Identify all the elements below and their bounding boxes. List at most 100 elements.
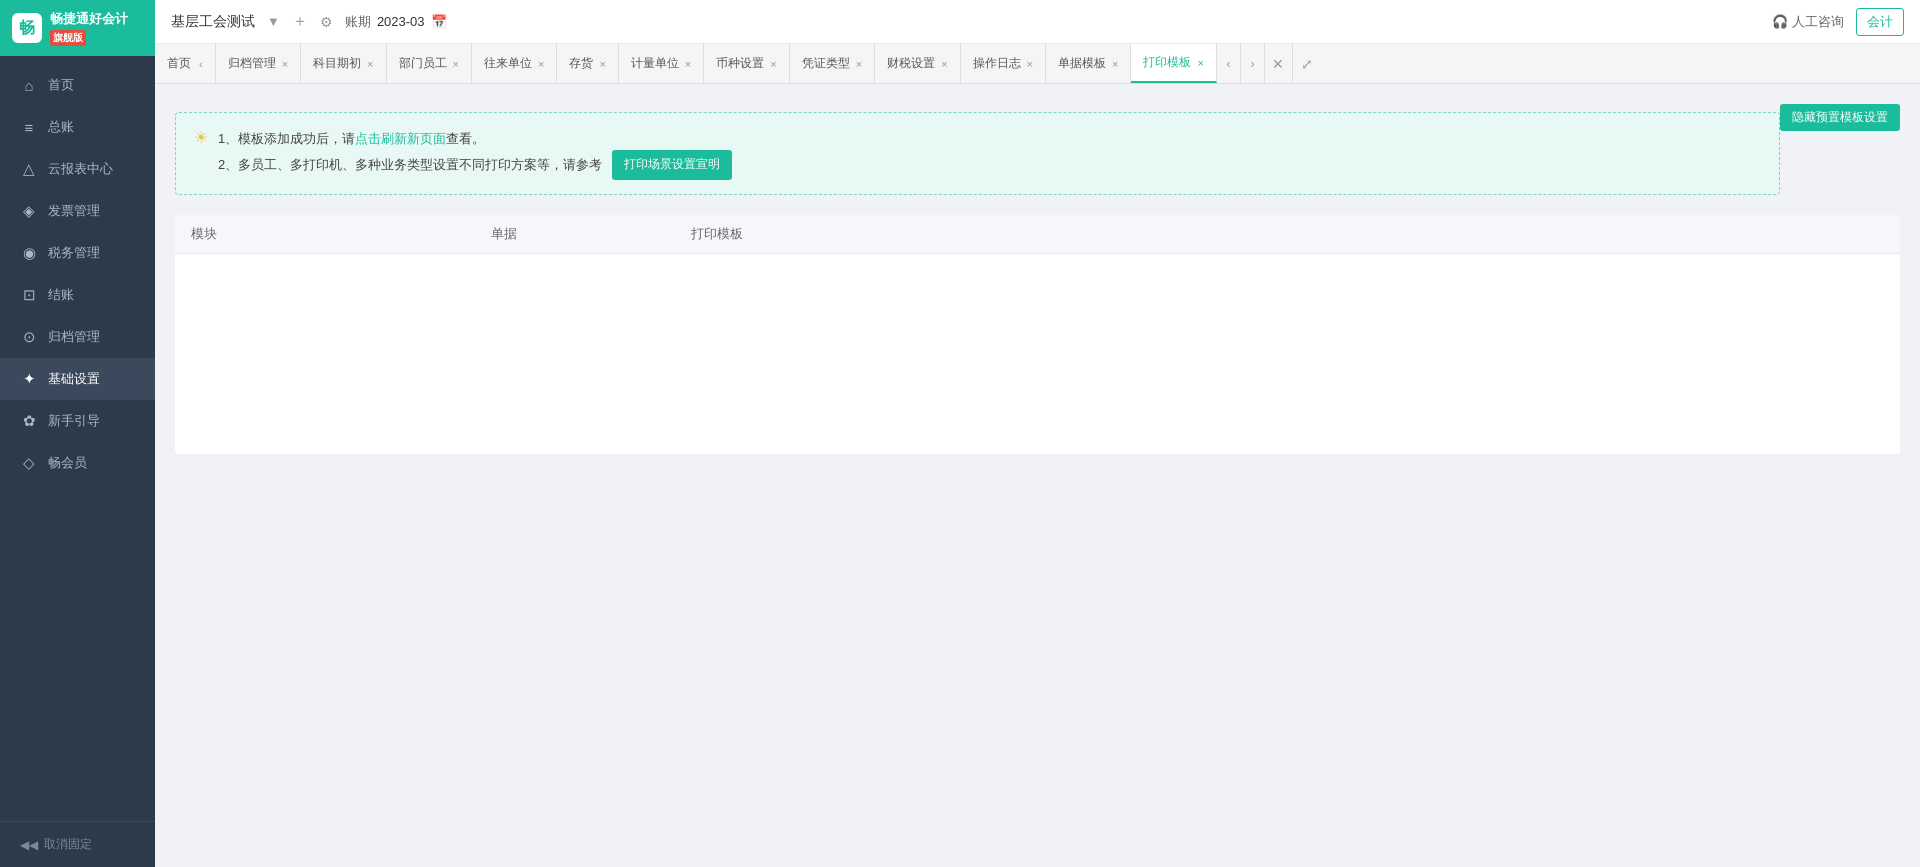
tab-home[interactable]: 首页 ‹ bbox=[155, 44, 216, 83]
tab-dept[interactable]: 部门员工 × bbox=[387, 44, 472, 83]
bulb-icon: ☀ bbox=[194, 128, 208, 147]
tab-label: 凭证类型 bbox=[802, 55, 850, 72]
sidebar-item-label: 归档管理 bbox=[48, 328, 100, 346]
tab-single-template[interactable]: 单据模板 × bbox=[1046, 44, 1131, 83]
sidebar-item-member[interactable]: ◇ 畅会员 bbox=[0, 442, 155, 484]
notice-line1-prefix: 1、模板添加成功后，请 bbox=[218, 131, 355, 146]
page-content: 隐藏预置模板设置 ☀ 1、模板添加成功后，请点击刷新新页面查看。 2、多员工、多… bbox=[155, 84, 1920, 867]
sidebar-item-guide[interactable]: ✿ 新手引导 bbox=[0, 400, 155, 442]
tab-currency[interactable]: 币种设置 × bbox=[704, 44, 789, 83]
tab-label: 操作日志 bbox=[973, 55, 1021, 72]
calendar-icon[interactable]: 📅 bbox=[431, 14, 447, 29]
sidebar-item-checkout[interactable]: ⊡ 结账 bbox=[0, 274, 155, 316]
main-area: 基层工会测试 ▼ ＋ ⚙ 账期 2023-03 📅 🎧 人工咨询 会计 首页 ‹… bbox=[155, 0, 1920, 867]
tab-close-icon[interactable]: × bbox=[538, 58, 544, 70]
tab-close-icon[interactable]: × bbox=[856, 58, 862, 70]
sidebar-item-label: 基础设置 bbox=[48, 370, 100, 388]
logo-icon: 畅 bbox=[12, 13, 42, 43]
notice-line2: 2、多员工、多打印机、多种业务类型设置不同打印方案等，请参考 打印场景设置宣明 bbox=[218, 150, 732, 180]
sidebar-nav: ⌂ 首页 ≡ 总账 △ 云报表中心 ◈ 发票管理 ◉ 税务管理 ⊡ 结账 ⊙ 归… bbox=[0, 56, 155, 821]
kuaiji-button[interactable]: 会计 bbox=[1856, 8, 1904, 36]
checkout-icon: ⊡ bbox=[20, 286, 38, 304]
tab-prev-btn[interactable]: ‹ bbox=[1217, 44, 1241, 83]
hide-preset-label: 隐藏预置模板设置 bbox=[1792, 109, 1888, 126]
sidebar-item-label: 新手引导 bbox=[48, 412, 100, 430]
sidebar-item-label: 首页 bbox=[48, 76, 74, 94]
table-header: 模块 单据 打印模板 bbox=[175, 215, 1900, 254]
logo-title: 畅捷通好会计 bbox=[50, 10, 128, 28]
notice-text: 1、模板添加成功后，请点击刷新新页面查看。 2、多员工、多打印机、多种业务类型设… bbox=[218, 127, 732, 180]
tab-expand-btn[interactable]: ⤢ bbox=[1293, 44, 1321, 83]
unpin-footer[interactable]: ◀◀ 取消固定 bbox=[0, 821, 155, 867]
tab-inventory[interactable]: 存货 × bbox=[557, 44, 618, 83]
tab-label: 打印模板 bbox=[1143, 54, 1191, 71]
tab-close-icon[interactable]: × bbox=[685, 58, 691, 70]
tab-nav-arrow[interactable]: ‹ bbox=[199, 58, 203, 70]
add-tab-icon[interactable]: ＋ bbox=[292, 11, 308, 32]
ledger-icon: ≡ bbox=[20, 119, 38, 136]
sidebar-item-label: 税务管理 bbox=[48, 244, 100, 262]
tab-close-icon[interactable]: × bbox=[770, 58, 776, 70]
sidebar-item-settings[interactable]: ✦ 基础设置 bbox=[0, 358, 155, 400]
unpin-icon: ◀◀ bbox=[20, 838, 38, 852]
tax-icon: ◉ bbox=[20, 244, 38, 262]
notice-link[interactable]: 点击刷新新页面 bbox=[355, 131, 446, 146]
reports-icon: △ bbox=[20, 160, 38, 178]
tab-unit[interactable]: 计量单位 × bbox=[619, 44, 704, 83]
period-display: 账期 2023-03 📅 bbox=[345, 13, 447, 31]
table-body bbox=[175, 254, 1900, 454]
company-dropdown-icon[interactable]: ▼ bbox=[267, 14, 280, 29]
tab-label: 单据模板 bbox=[1058, 55, 1106, 72]
period-label: 账期 bbox=[345, 13, 371, 31]
notice-line2-prefix: 2、多员工、多打印机、多种业务类型设置不同打印方案等，请参考 bbox=[218, 153, 602, 176]
tab-voucher[interactable]: 凭证类型 × bbox=[790, 44, 875, 83]
tab-label: 币种设置 bbox=[716, 55, 764, 72]
tab-label: 财税设置 bbox=[887, 55, 935, 72]
tab-close-icon[interactable]: × bbox=[1112, 58, 1118, 70]
tab-oplog[interactable]: 操作日志 × bbox=[961, 44, 1046, 83]
tab-close-all-btn[interactable]: ✕ bbox=[1265, 44, 1293, 83]
unpin-label: 取消固定 bbox=[44, 836, 92, 853]
hide-preset-btn[interactable]: 隐藏预置模板设置 bbox=[1780, 104, 1900, 131]
logo-badge: 旗舰版 bbox=[50, 30, 86, 46]
support-label: 人工咨询 bbox=[1792, 13, 1844, 31]
tab-label: 存货 bbox=[569, 55, 593, 72]
tab-label: 归档管理 bbox=[228, 55, 276, 72]
tab-label: 首页 bbox=[167, 55, 191, 72]
print-template-table: 模块 单据 打印模板 bbox=[175, 215, 1900, 454]
support-button[interactable]: 🎧 人工咨询 bbox=[1772, 13, 1844, 31]
sidebar-item-invoice[interactable]: ◈ 发票管理 bbox=[0, 190, 155, 232]
notice-line1-suffix: 查看。 bbox=[446, 131, 485, 146]
tab-close-icon[interactable]: × bbox=[1027, 58, 1033, 70]
tab-close-icon[interactable]: × bbox=[599, 58, 605, 70]
sidebar-item-archive[interactable]: ⊙ 归档管理 bbox=[0, 316, 155, 358]
home-icon: ⌂ bbox=[20, 77, 38, 94]
tab-close-icon[interactable]: × bbox=[282, 58, 288, 70]
sidebar-item-label: 总账 bbox=[48, 118, 74, 136]
tab-label: 往来单位 bbox=[484, 55, 532, 72]
tab-close-icon[interactable]: × bbox=[941, 58, 947, 70]
print-scene-btn[interactable]: 打印场景设置宣明 bbox=[612, 150, 732, 180]
period-value: 2023-03 bbox=[377, 14, 425, 29]
sidebar-item-home[interactable]: ⌂ 首页 bbox=[0, 64, 155, 106]
tab-subjects[interactable]: 科目期初 × bbox=[301, 44, 386, 83]
archive-icon: ⊙ bbox=[20, 328, 38, 346]
sidebar-item-reports[interactable]: △ 云报表中心 bbox=[0, 148, 155, 190]
tab-close-icon[interactable]: × bbox=[367, 58, 373, 70]
sidebar-logo: 畅 畅捷通好会计 旗舰版 bbox=[0, 0, 155, 56]
tab-close-icon[interactable]: × bbox=[1197, 57, 1203, 69]
sidebar-item-tax[interactable]: ◉ 税务管理 bbox=[0, 232, 155, 274]
notice-box: ☀ 1、模板添加成功后，请点击刷新新页面查看。 2、多员工、多打印机、多种业务类… bbox=[175, 112, 1780, 195]
tab-print-template[interactable]: 打印模板 × bbox=[1131, 44, 1216, 83]
kuaiji-label: 会计 bbox=[1867, 14, 1893, 29]
tab-tax-settings[interactable]: 财税设置 × bbox=[875, 44, 960, 83]
invoice-icon: ◈ bbox=[20, 202, 38, 220]
tab-close-icon[interactable]: × bbox=[453, 58, 459, 70]
tab-archive[interactable]: 归档管理 × bbox=[216, 44, 301, 83]
tab-next-btn[interactable]: › bbox=[1241, 44, 1265, 83]
sidebar-item-ledger[interactable]: ≡ 总账 bbox=[0, 106, 155, 148]
tab-vendor[interactable]: 往来单位 × bbox=[472, 44, 557, 83]
topbar: 基层工会测试 ▼ ＋ ⚙ 账期 2023-03 📅 🎧 人工咨询 会计 bbox=[155, 0, 1920, 44]
settings-gear-icon[interactable]: ⚙ bbox=[320, 14, 333, 30]
tab-label: 科目期初 bbox=[313, 55, 361, 72]
